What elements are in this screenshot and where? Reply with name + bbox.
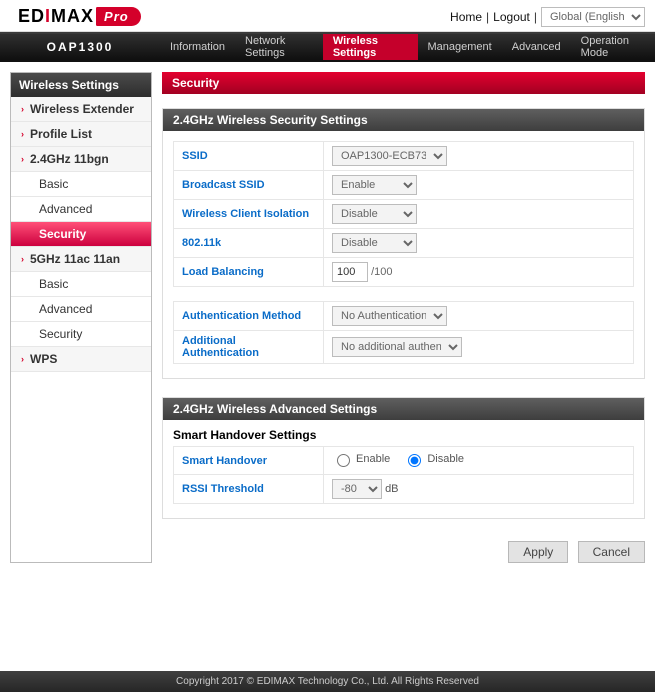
brand-pro-badge: Pro (96, 7, 141, 26)
80211k-label: 802.11k (174, 229, 324, 258)
sidebar: Wireless Settings › Wireless Extender › Pro… (10, 72, 152, 563)
cancel-button[interactable]: Cancel (578, 541, 645, 563)
home-link[interactable]: Home (450, 10, 482, 24)
additional-auth-select[interactable]: No additional authentication (332, 337, 462, 357)
nav-item-operation-mode[interactable]: Operation Mode (571, 34, 655, 60)
sidebar-sub-basic[interactable]: Basic (11, 272, 151, 297)
security-settings-panel: 2.4GHz Wireless Security Settings SSID O… (162, 108, 645, 379)
loadbalancing-suffix: /100 (371, 266, 392, 278)
sidebar-sub-security[interactable]: Security (11, 322, 151, 347)
isolation-label: Wireless Client Isolation (174, 200, 324, 229)
caret-icon: › (21, 154, 24, 164)
sidebar-item-label: 5GHz 11ac 11an (30, 252, 120, 266)
footer-copyright: Copyright 2017 © EDIMAX Technology Co., … (0, 671, 655, 692)
caret-icon: › (21, 104, 24, 114)
nav-item-wireless-settings[interactable]: Wireless Settings (323, 34, 418, 60)
additional-auth-label: Additional Authentication (174, 331, 324, 364)
sidebar-title: Wireless Settings (11, 73, 151, 97)
isolation-select[interactable]: Disable (332, 204, 417, 224)
loadbalancing-input[interactable] (332, 262, 368, 282)
sidebar-sub-basic[interactable]: Basic (11, 172, 151, 197)
broadcast-label: Broadcast SSID (174, 171, 324, 200)
sidebar-item-profile-list[interactable]: › Profile List (11, 122, 151, 147)
advanced-settings-panel: 2.4GHz Wireless Advanced Settings Smart … (162, 397, 645, 519)
sidebar-item-label: WPS (30, 352, 57, 366)
80211k-select[interactable]: Disable (332, 233, 417, 253)
language-select[interactable]: Global (English) (541, 7, 645, 27)
rssi-threshold-label: RSSI Threshold (174, 475, 324, 504)
broadcast-select[interactable]: Enable (332, 175, 417, 195)
logout-link[interactable]: Logout (493, 10, 530, 24)
sidebar-sub-security[interactable]: Security (11, 222, 151, 247)
brand-logo: EDIMAX Pro (18, 6, 141, 27)
sidebar-item-5ghz-11ac-11an[interactable]: › 5GHz 11ac 11an (11, 247, 151, 272)
rssi-threshold-select[interactable]: -80 (332, 479, 382, 499)
caret-icon: › (21, 354, 24, 364)
apply-button[interactable]: Apply (508, 541, 568, 563)
sidebar-item-label: Wireless Extender (30, 102, 134, 116)
smart-handover-disable[interactable]: Disable (403, 451, 464, 467)
main-nav: OAP1300 InformationNetwork SettingsWirel… (0, 32, 655, 62)
separator: | (534, 10, 537, 24)
section-security-heading: 2.4GHz Wireless Security Settings (163, 109, 644, 131)
sidebar-item-2-4ghz-11bgn[interactable]: › 2.4GHz 11bgn (11, 147, 151, 172)
caret-icon: › (21, 254, 24, 264)
smart-handover-label: Smart Handover (174, 447, 324, 475)
sidebar-sub-advanced[interactable]: Advanced (11, 197, 151, 222)
separator: | (486, 10, 489, 24)
sidebar-item-label: Profile List (30, 127, 92, 141)
auth-method-label: Authentication Method (174, 302, 324, 331)
smart-handover-heading: Smart Handover Settings (163, 420, 644, 444)
caret-icon: › (21, 129, 24, 139)
ssid-label: SSID (174, 142, 324, 171)
nav-item-network-settings[interactable]: Network Settings (235, 34, 323, 60)
loadbalancing-label: Load Balancing (174, 258, 324, 287)
sidebar-item-label: 2.4GHz 11bgn (30, 152, 109, 166)
sidebar-item-wps[interactable]: › WPS (11, 347, 151, 372)
section-advanced-heading: 2.4GHz Wireless Advanced Settings (163, 398, 644, 420)
nav-item-advanced[interactable]: Advanced (502, 34, 571, 60)
nav-item-management[interactable]: Management (418, 34, 502, 60)
nav-item-information[interactable]: Information (160, 34, 235, 60)
top-bar: EDIMAX Pro Home | Logout | Global (Engli… (0, 0, 655, 32)
smart-handover-enable[interactable]: Enable (332, 451, 390, 467)
sidebar-item-wireless-extender[interactable]: › Wireless Extender (11, 97, 151, 122)
rssi-unit: dB (385, 483, 398, 495)
ssid-select[interactable]: OAP1300-ECB734_G (332, 146, 447, 166)
page-title: Security (162, 72, 645, 94)
model-label: OAP1300 (0, 34, 160, 60)
auth-method-select[interactable]: No Authentication (332, 306, 447, 326)
sidebar-sub-advanced[interactable]: Advanced (11, 297, 151, 322)
